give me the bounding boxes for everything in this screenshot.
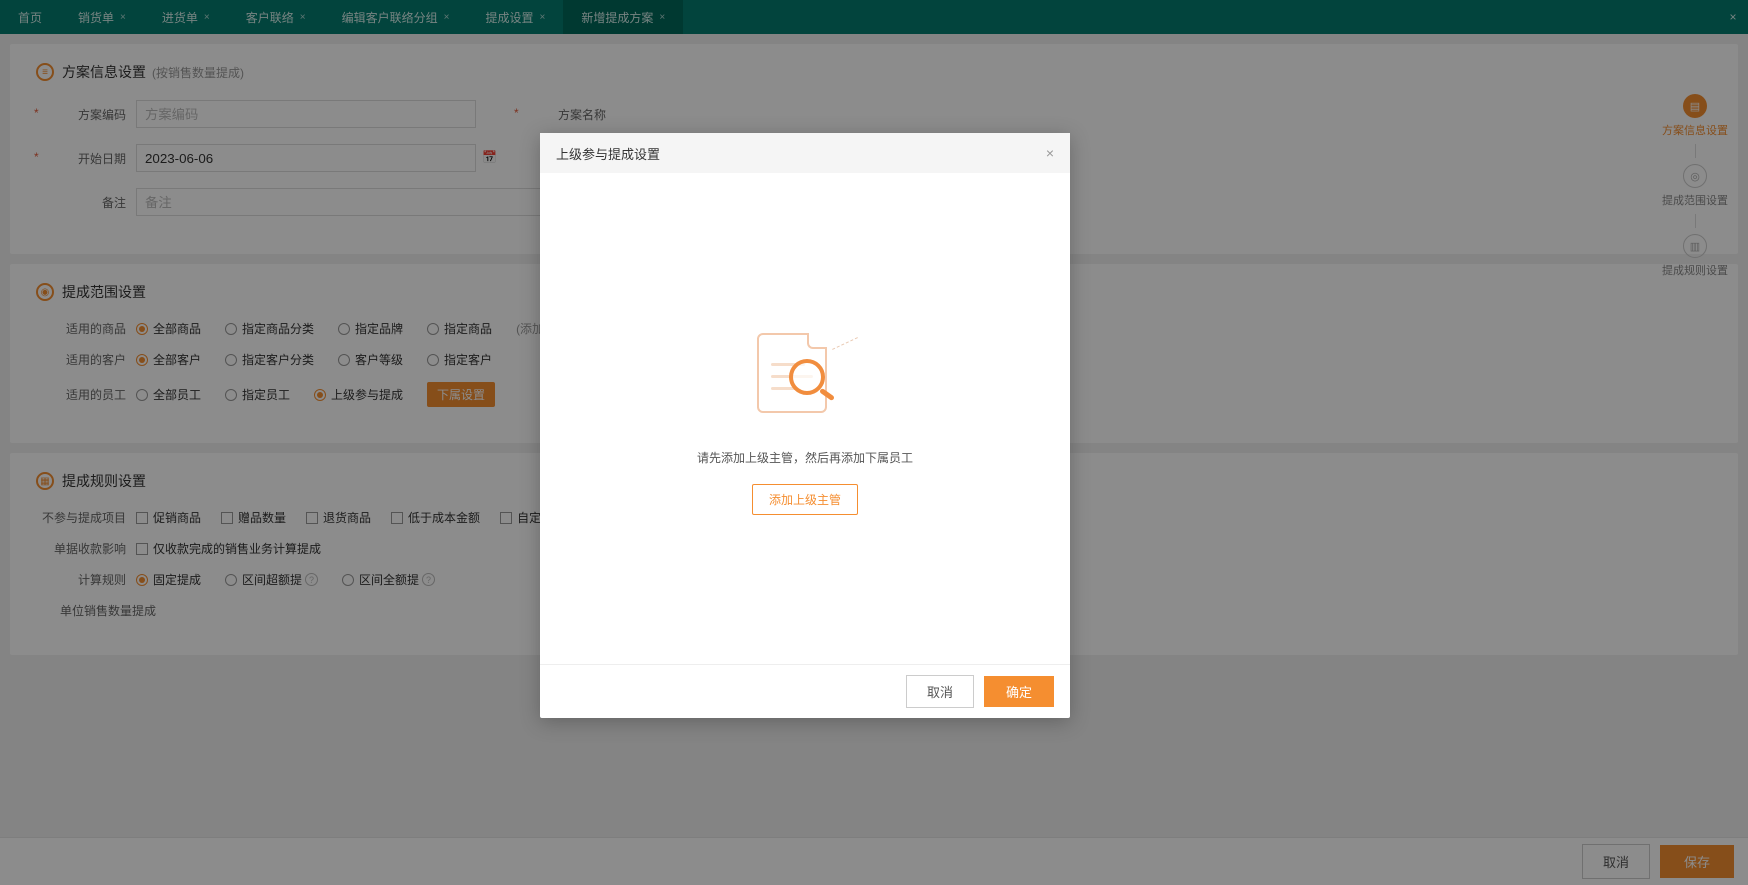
superior-commission-modal: 上级参与提成设置 × 请先添加上级主管，然后再添加下属员工 添加上级主管 取消 … <box>540 133 1070 718</box>
modal-ok-button[interactable]: 确定 <box>984 676 1054 707</box>
close-icon[interactable]: × <box>1046 145 1054 161</box>
modal-cancel-button[interactable]: 取消 <box>906 675 974 708</box>
modal-body: 请先添加上级主管，然后再添加下属员工 添加上级主管 <box>540 173 1070 664</box>
modal-header: 上级参与提成设置 × <box>540 133 1070 173</box>
modal-footer: 取消 确定 <box>540 664 1070 718</box>
modal-title: 上级参与提成设置 <box>556 144 660 163</box>
empty-illustration <box>745 323 865 423</box>
empty-text: 请先添加上级主管，然后再添加下属员工 <box>697 449 913 466</box>
magnifier-icon <box>789 359 825 395</box>
add-superior-button[interactable]: 添加上级主管 <box>752 484 858 515</box>
